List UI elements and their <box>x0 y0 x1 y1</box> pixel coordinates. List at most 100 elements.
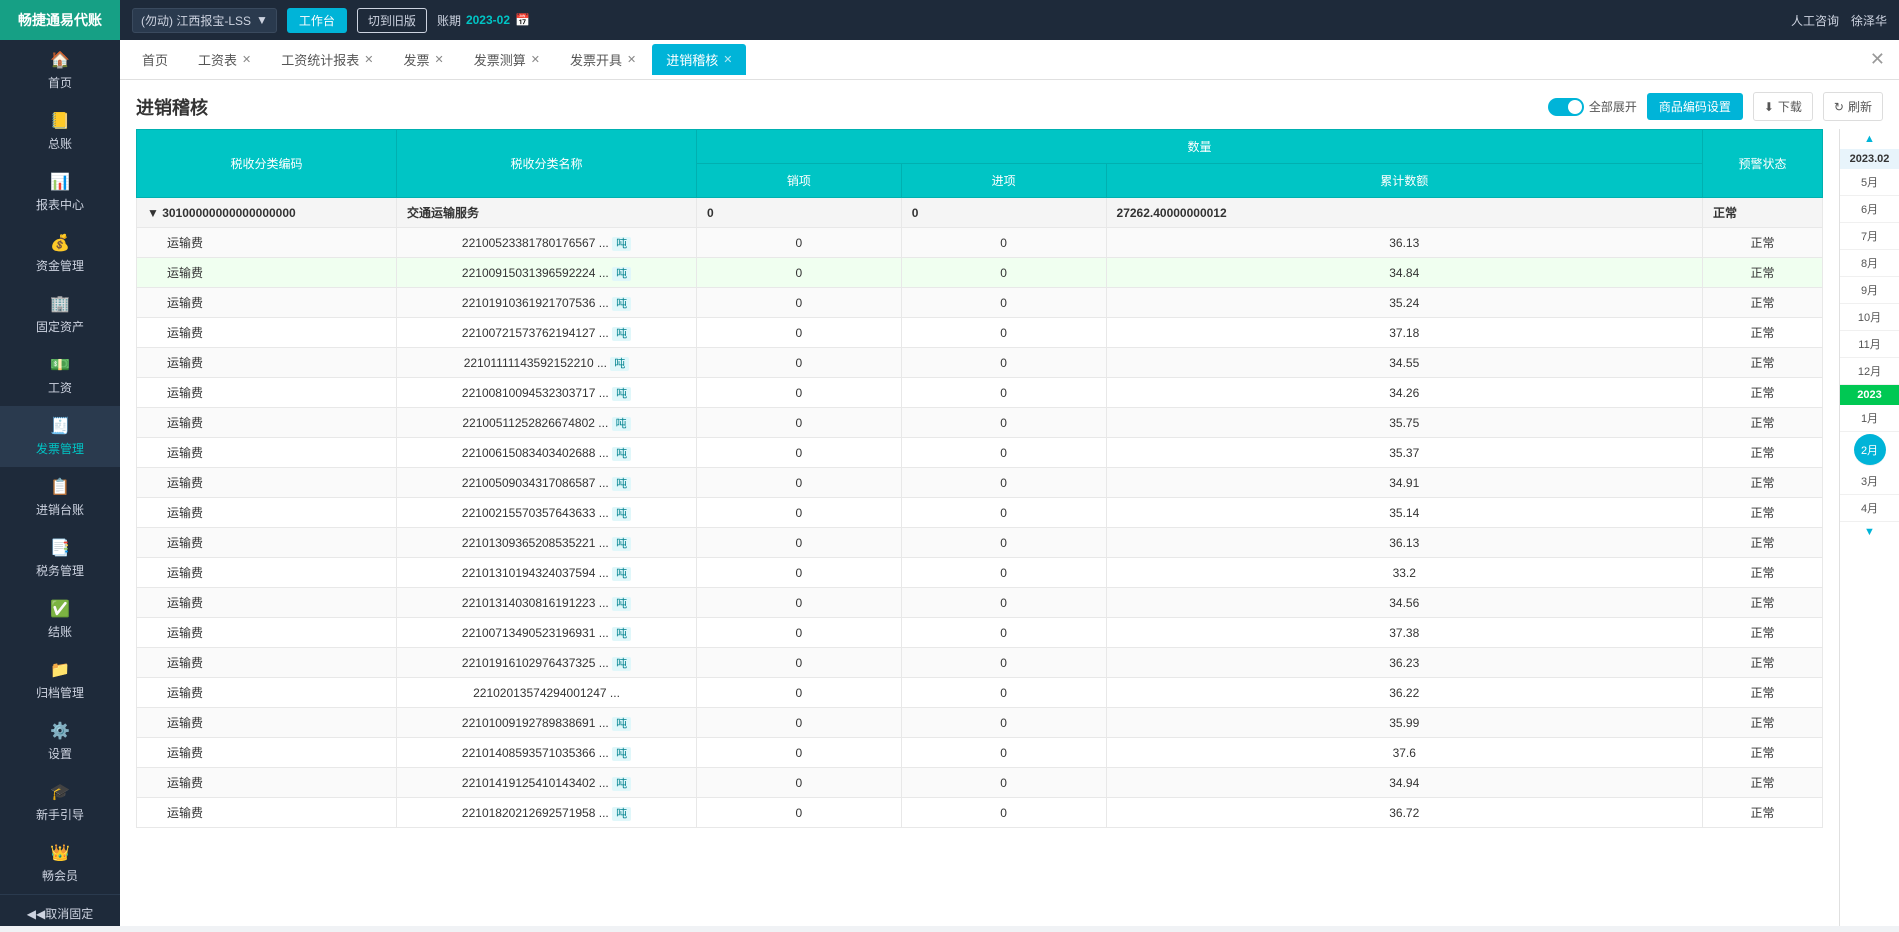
row-status: 正常 <box>1703 288 1823 318</box>
company-selector[interactable]: (勿动) 江西报宝-LSS ▼ <box>132 8 277 33</box>
row-invoice-code: 22100915031396592224 ... 吨 <box>397 258 697 288</box>
sidebar-item-archive[interactable]: 📁 归档管理 <box>0 650 120 711</box>
product-code-settings-button[interactable]: 商品编码设置 <box>1647 93 1743 120</box>
toggle-switch[interactable] <box>1548 98 1584 116</box>
row-item-name: 运输费 <box>137 228 397 258</box>
row-invoice-code: 22101820212692571958 ... 吨 <box>397 798 697 828</box>
sidebar-item-membership[interactable]: 👑 畅会员 <box>0 833 120 894</box>
calendar-month-6[interactable]: 6月 <box>1840 196 1899 223</box>
calendar-month-5[interactable]: 5月 <box>1840 169 1899 196</box>
table-container[interactable]: 税收分类编码 税收分类名称 数量 预警状态 销项 进项 累计数额 ▼ 301 <box>120 129 1839 926</box>
row-cumulative: 36.13 <box>1106 228 1702 258</box>
page-header: 进销稽核 全部展开 商品编码设置 ⬇ 下载 ↻ 刷新 <box>120 80 1899 129</box>
sidebar-item-tax[interactable]: 📑 税务管理 <box>0 528 120 589</box>
expand-toggle[interactable]: 全部展开 <box>1548 98 1637 116</box>
sidebar-item-guide[interactable]: 🎓 新手引导 <box>0 772 120 833</box>
row-purchase: 0 <box>901 588 1106 618</box>
close-tab-invoice-calc[interactable]: ✕ <box>531 53 540 66</box>
tab-invoice-calc[interactable]: 发票测算 ✕ <box>460 44 554 75</box>
sidebar-item-assets[interactable]: 🏢 固定资产 <box>0 284 120 345</box>
tab-payroll[interactable]: 工资表 ✕ <box>184 44 265 75</box>
tab-payroll-report[interactable]: 工资统计报表 ✕ <box>267 44 387 75</box>
sidebar-item-payroll[interactable]: 💵 工资 <box>0 345 120 406</box>
col-header-tax-name: 税收分类名称 <box>397 130 697 198</box>
calendar-panel: ▲ 2023.02 5月 6月 7月 8月 9月 10月 11月 12月 202… <box>1839 129 1899 926</box>
sidebar-item-ledger[interactable]: 📒 总账 <box>0 101 120 162</box>
row-item-name: 运输费 <box>137 528 397 558</box>
row-cumulative: 37.18 <box>1106 318 1702 348</box>
sidebar-item-purchase-sales[interactable]: 📋 进销台账 <box>0 467 120 528</box>
calendar-month-1[interactable]: 1月 <box>1840 405 1899 432</box>
row-sales: 0 <box>697 498 902 528</box>
close-tab-payroll-report[interactable]: ✕ <box>364 53 373 66</box>
calendar-month-9[interactable]: 9月 <box>1840 277 1899 304</box>
row-purchase: 0 <box>901 468 1106 498</box>
row-status: 正常 <box>1703 348 1823 378</box>
row-status: 正常 <box>1703 708 1823 738</box>
row-cumulative: 36.23 <box>1106 648 1702 678</box>
support-link[interactable]: 人工咨询 <box>1791 12 1839 29</box>
calendar-month-4[interactable]: 4月 <box>1840 495 1899 522</box>
calendar-month-2-active[interactable]: 2月 <box>1854 434 1886 466</box>
tab-invoice-issue[interactable]: 发票开具 ✕ <box>556 44 650 75</box>
row-invoice-code: 22102013574294001247 ... <box>397 678 697 708</box>
close-tab-payroll[interactable]: ✕ <box>242 53 251 66</box>
sidebar-item-reports[interactable]: 📊 报表中心 <box>0 162 120 223</box>
close-tab-invoice-issue[interactable]: ✕ <box>627 53 636 66</box>
row-invoice-code: 22101910361921707536 ... 吨 <box>397 288 697 318</box>
settings-icon: ⚙️ <box>50 721 70 741</box>
pin-icon: ◀◀ <box>27 907 45 921</box>
row-sales: 0 <box>697 348 902 378</box>
calendar-month-8[interactable]: 8月 <box>1840 250 1899 277</box>
user-display[interactable]: 徐泽华 <box>1851 12 1887 29</box>
calendar-month-10[interactable]: 10月 <box>1840 304 1899 331</box>
tab-invoice[interactable]: 发票 ✕ <box>389 44 457 75</box>
row-item-name: 运输费 <box>137 438 397 468</box>
row-status: 正常 <box>1703 528 1823 558</box>
calendar-icon[interactable]: 📅 <box>515 13 530 27</box>
col-header-status: 预警状态 <box>1703 130 1823 198</box>
row-cumulative: 34.84 <box>1106 258 1702 288</box>
row-sales: 0 <box>697 228 902 258</box>
calendar-month-11[interactable]: 11月 <box>1840 331 1899 358</box>
row-sales: 0 <box>697 468 902 498</box>
row-item-name: 运输费 <box>137 258 397 288</box>
row-purchase: 0 <box>901 678 1106 708</box>
calendar-year-2023: 2023 <box>1840 385 1899 405</box>
workspace-button[interactable]: 工作台 <box>287 8 347 33</box>
row-purchase: 0 <box>901 648 1106 678</box>
content-wrapper: 税收分类编码 税收分类名称 数量 预警状态 销项 进项 累计数额 ▼ 301 <box>120 129 1899 926</box>
row-purchase: 0 <box>901 768 1106 798</box>
switch-version-button[interactable]: 切到旧版 <box>357 8 427 33</box>
calendar-month-7[interactable]: 7月 <box>1840 223 1899 250</box>
calendar-month-12[interactable]: 12月 <box>1840 358 1899 385</box>
sidebar-item-home[interactable]: 🏠 首页 <box>0 40 120 101</box>
close-all-tabs[interactable]: ✕ <box>1864 49 1891 70</box>
calendar-down-nav[interactable]: ▼ <box>1840 522 1899 542</box>
calendar-up-nav[interactable]: ▲ <box>1840 129 1899 149</box>
row-sales: 0 <box>697 378 902 408</box>
close-tab-invoice[interactable]: ✕ <box>435 53 444 66</box>
tab-reconciliation[interactable]: 进销稽核 ✕ <box>652 44 746 75</box>
row-item-name: 运输费 <box>137 378 397 408</box>
row-status: 正常 <box>1703 378 1823 408</box>
tab-home[interactable]: 首页 <box>128 44 182 75</box>
row-invoice-code: 22101419125410143402 ... 吨 <box>397 768 697 798</box>
col-header-quantity-group: 数量 <box>697 130 1703 164</box>
sidebar-item-close[interactable]: ✅ 结账 <box>0 589 120 650</box>
sidebar-item-invoice[interactable]: 🧾 发票管理 <box>0 406 120 467</box>
row-purchase: 0 <box>901 738 1106 768</box>
row-invoice-code: 22101309365208535221 ... 吨 <box>397 528 697 558</box>
close-tab-reconciliation[interactable]: ✕ <box>723 53 732 66</box>
close-account-icon: ✅ <box>50 599 70 619</box>
sidebar-item-settings[interactable]: ⚙️ 设置 <box>0 711 120 772</box>
sidebar-item-finance[interactable]: 💰 资金管理 <box>0 223 120 284</box>
section-name: 交通运输服务 <box>397 198 697 228</box>
refresh-button[interactable]: ↻ 刷新 <box>1823 92 1883 121</box>
col-header-sales: 销项 <box>697 164 902 198</box>
unpin-button[interactable]: ◀◀ 取消固定 <box>0 894 120 932</box>
calendar-month-3[interactable]: 3月 <box>1840 468 1899 495</box>
download-button[interactable]: ⬇ 下载 <box>1753 92 1813 121</box>
row-purchase: 0 <box>901 708 1106 738</box>
row-sales: 0 <box>697 288 902 318</box>
